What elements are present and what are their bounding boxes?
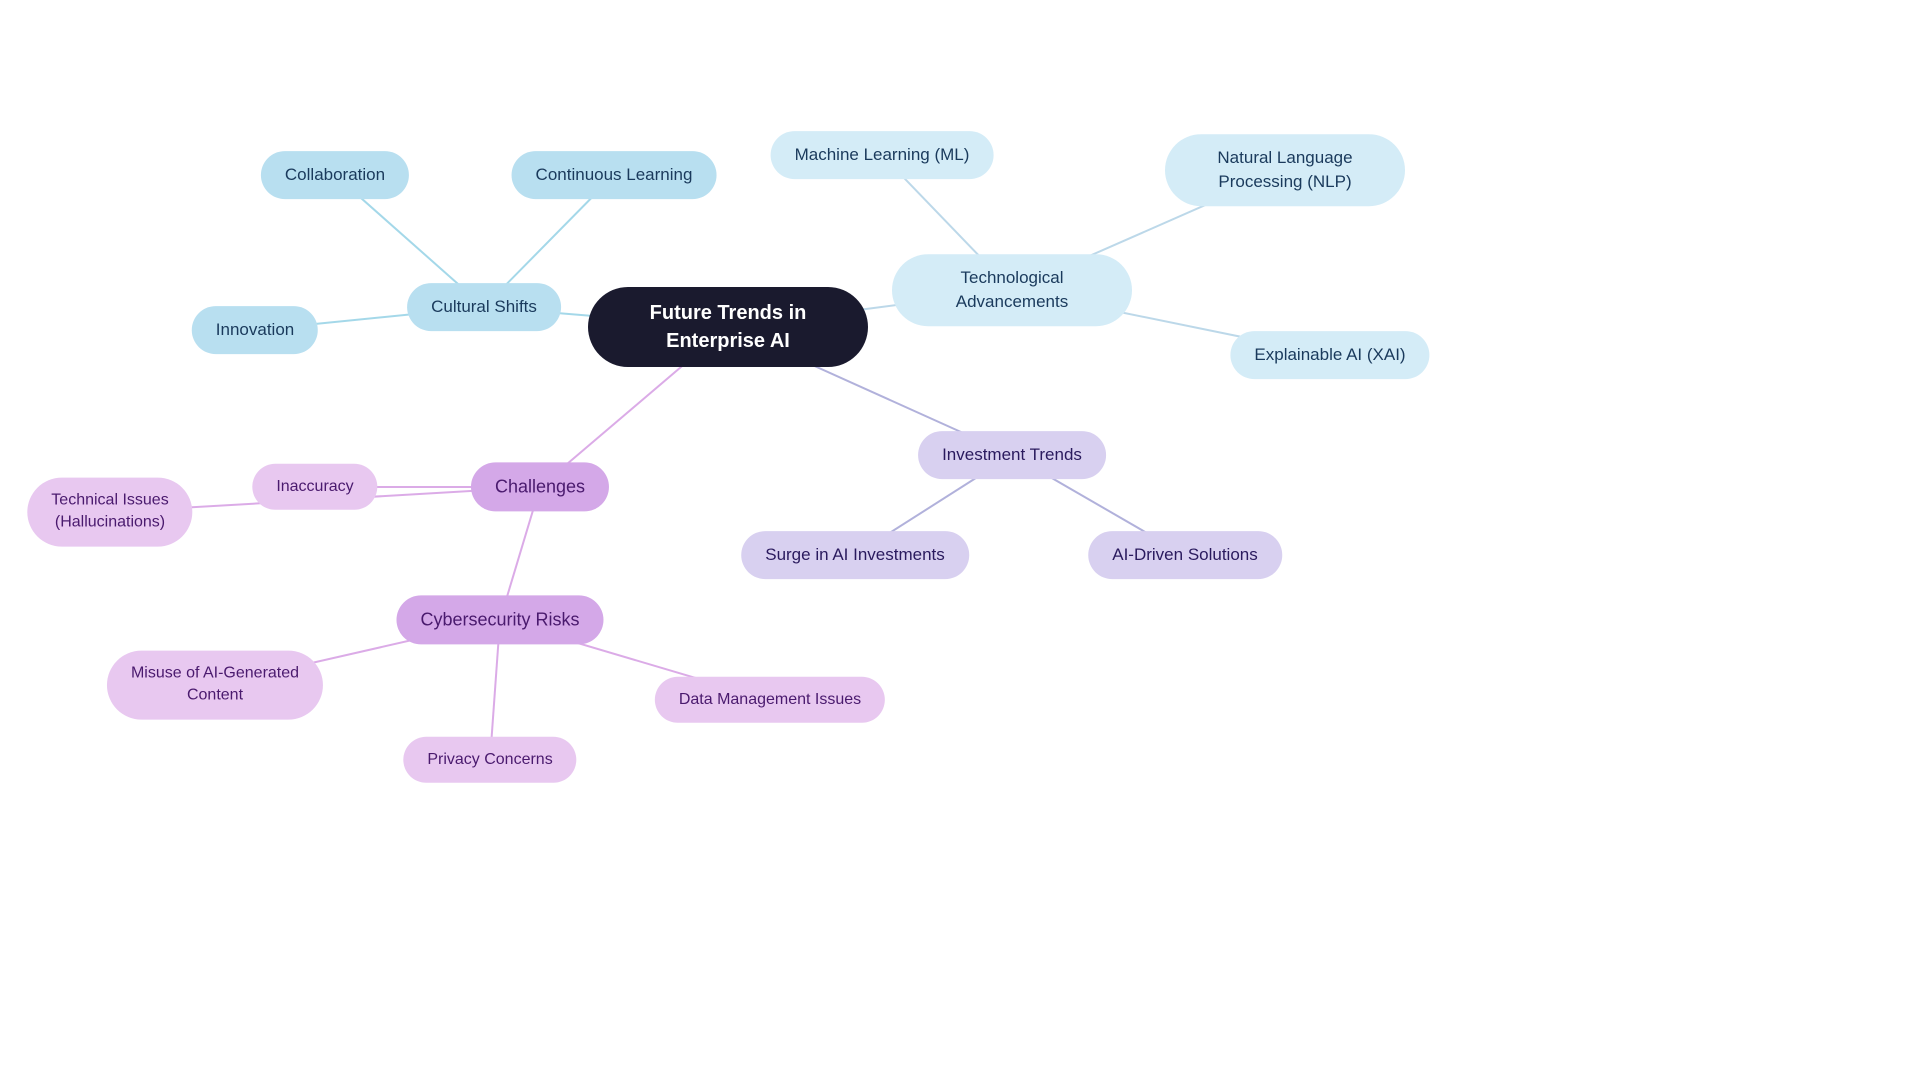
node-xai[interactable]: Explainable AI (XAI) — [1230, 331, 1429, 379]
mind-map: Future Trends in Enterprise AI Cultural S… — [0, 0, 1920, 1083]
node-investment-trends[interactable]: Investment Trends — [918, 431, 1106, 479]
node-collaboration[interactable]: Collaboration — [261, 151, 409, 199]
node-data-management[interactable]: Data Management Issues — [655, 677, 885, 723]
node-technical-issues[interactable]: Technical Issues (Hallucinations) — [27, 478, 192, 547]
node-surge-ai[interactable]: Surge in AI Investments — [741, 531, 969, 579]
node-challenges[interactable]: Challenges — [471, 462, 609, 511]
node-nlp[interactable]: Natural Language Processing (NLP) — [1165, 134, 1405, 206]
center-node[interactable]: Future Trends in Enterprise AI — [588, 287, 868, 367]
node-cybersecurity[interactable]: Cybersecurity Risks — [396, 595, 603, 644]
node-misuse[interactable]: Misuse of AI-Generated Content — [107, 651, 323, 720]
node-continuous-learning[interactable]: Continuous Learning — [512, 151, 717, 199]
node-innovation[interactable]: Innovation — [192, 306, 318, 354]
node-tech-advancements[interactable]: Technological Advancements — [892, 254, 1132, 326]
node-inaccuracy[interactable]: Inaccuracy — [252, 464, 377, 510]
node-ai-driven[interactable]: AI-Driven Solutions — [1088, 531, 1282, 579]
node-privacy[interactable]: Privacy Concerns — [403, 737, 576, 783]
node-ml[interactable]: Machine Learning (ML) — [771, 131, 994, 179]
node-cultural-shifts[interactable]: Cultural Shifts — [407, 283, 561, 331]
